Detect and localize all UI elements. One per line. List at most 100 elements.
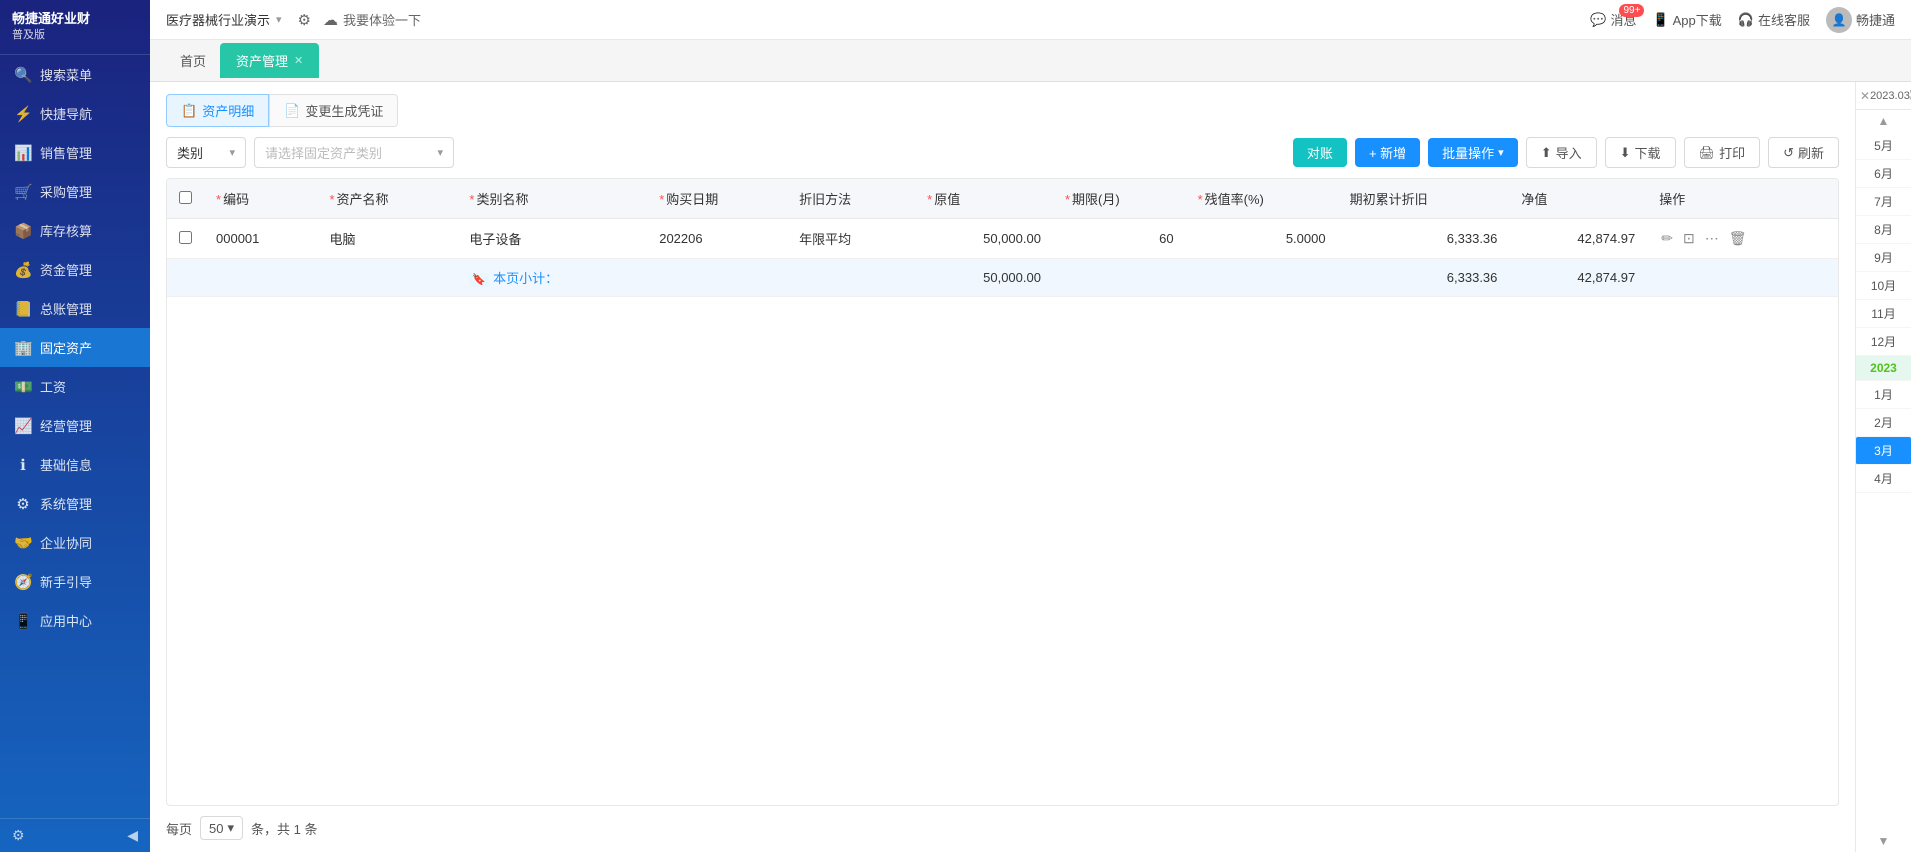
total-label: 条，共 1 条 bbox=[251, 819, 317, 838]
sidebar-label-operations: 经营管理 bbox=[40, 416, 92, 435]
cal-month-prev-11月[interactable]: 11月 bbox=[1856, 300, 1911, 328]
col-code: *编码 bbox=[204, 179, 317, 219]
table: *编码 *资产名称 *类别名称 *购买日期 折旧方法 *原值 *期限(月) *残… bbox=[167, 179, 1838, 297]
sidebar-item-purchase[interactable]: 🛒采购管理 bbox=[0, 172, 150, 211]
delete-icon[interactable]: 🗑 bbox=[1727, 228, 1749, 249]
payroll-icon: 💵 bbox=[14, 378, 32, 396]
sidebar-item-search[interactable]: 🔍搜索菜单 bbox=[0, 55, 150, 94]
cal-month-1月[interactable]: 1月 bbox=[1856, 381, 1911, 409]
batch-chevron-icon: ▾ bbox=[1498, 146, 1504, 159]
sidebar-item-operations[interactable]: 📈经营管理 bbox=[0, 406, 150, 445]
cal-month-prev-5月[interactable]: 5月 bbox=[1856, 132, 1911, 160]
asset-category-select[interactable]: 请选择固定资产类别 ▾ bbox=[254, 137, 454, 168]
sidebar-label-funds: 资金管理 bbox=[40, 260, 92, 279]
cal-month-prev-7月[interactable]: 7月 bbox=[1856, 188, 1911, 216]
sidebar-item-payroll[interactable]: 💵工资 bbox=[0, 367, 150, 406]
export-btn[interactable]: ⬆ 导入 bbox=[1526, 137, 1597, 168]
app-download-btn[interactable]: 📱 App下载 bbox=[1652, 10, 1721, 29]
experience-btn[interactable]: ☁ 我要体验一下 bbox=[323, 10, 421, 29]
cal-month-4月[interactable]: 4月 bbox=[1856, 465, 1911, 493]
sub-tab-change-voucher[interactable]: 📄 变更生成凭证 bbox=[269, 94, 398, 127]
enterprise-icon: 🤝 bbox=[14, 534, 32, 552]
col-period: *期限(月) bbox=[1053, 179, 1186, 219]
col-net-value: 净值 bbox=[1509, 179, 1647, 219]
sidebar-item-ledger[interactable]: 📒总账管理 bbox=[0, 289, 150, 328]
fixed-assets-icon: 🏢 bbox=[14, 339, 32, 357]
cal-month-2月[interactable]: 2月 bbox=[1856, 409, 1911, 437]
change-voucher-label: 变更生成凭证 bbox=[305, 101, 383, 120]
sidebar-item-sales[interactable]: 📊销售管理 bbox=[0, 133, 150, 172]
more-icon[interactable]: ⋯ bbox=[1703, 228, 1721, 249]
refresh-btn[interactable]: ↺ 刷新 bbox=[1768, 137, 1839, 168]
batch-btn[interactable]: 批量操作 ▾ bbox=[1428, 138, 1518, 167]
cell-net-value: 42,874.97 bbox=[1509, 219, 1647, 259]
collapse-icon[interactable]: ◀ bbox=[127, 827, 138, 844]
cal-month-prev-10月[interactable]: 10月 bbox=[1856, 272, 1911, 300]
notifications-badge: 99+ bbox=[1619, 4, 1644, 17]
sidebar-item-app-center[interactable]: 📱应用中心 bbox=[0, 601, 150, 640]
sidebar-item-fixed-assets[interactable]: 🏢固定资产 bbox=[0, 328, 150, 367]
subtotal-accumulated: 6,333.36 bbox=[1338, 259, 1510, 297]
sidebar-label-guide: 新手引导 bbox=[40, 572, 92, 591]
app-center-icon: 📱 bbox=[14, 612, 32, 630]
cal-month-prev-8月[interactable]: 8月 bbox=[1856, 216, 1911, 244]
sidebar-label-search: 搜索菜单 bbox=[40, 65, 92, 84]
sidebar-item-system[interactable]: ⚙系统管理 bbox=[0, 484, 150, 523]
row-checkbox-0[interactable] bbox=[179, 231, 192, 244]
settings-icon[interactable]: ⚙ bbox=[12, 827, 25, 844]
calendar-scroll-up[interactable]: ▲ bbox=[1856, 110, 1911, 132]
sidebar-item-inventory[interactable]: 📦库存核算 bbox=[0, 211, 150, 250]
tab-asset-management[interactable]: 资产管理 ✕ bbox=[220, 43, 319, 78]
sidebar-item-quick-nav[interactable]: ⚡快捷导航 bbox=[0, 94, 150, 133]
sidebar-label-purchase: 采购管理 bbox=[40, 182, 92, 201]
topbar-settings-icon[interactable]: ⚙ bbox=[298, 11, 311, 29]
cal-month-prev-9月[interactable]: 9月 bbox=[1856, 244, 1911, 272]
refresh-label: 刷新 bbox=[1798, 143, 1824, 162]
reconcile-btn[interactable]: 对账 bbox=[1293, 138, 1347, 167]
col-action: 操作 bbox=[1647, 179, 1838, 219]
online-service-btn[interactable]: 🎧 在线客服 bbox=[1738, 10, 1810, 29]
refresh-icon: ↺ bbox=[1783, 145, 1794, 161]
sidebar-item-basic-info[interactable]: ℹ基础信息 bbox=[0, 445, 150, 484]
sidebar-label-quick-nav: 快捷导航 bbox=[40, 104, 92, 123]
tab-close-icon[interactable]: ✕ bbox=[294, 54, 303, 67]
sidebar-item-enterprise[interactable]: 🤝 企业协同 bbox=[0, 523, 150, 562]
category-filter[interactable]: 类别 ▾ bbox=[166, 137, 246, 168]
avatar: 👤 bbox=[1826, 7, 1852, 33]
cal-month-3月[interactable]: 3月 bbox=[1856, 437, 1911, 465]
subtotal-row: 🔖本页小计： 50,000.00 6,333.36 42,874.97 bbox=[167, 259, 1838, 297]
cal-month-prev-12月[interactable]: 12月 bbox=[1856, 328, 1911, 356]
per-page-select[interactable]: 50 ▾ bbox=[200, 816, 243, 840]
topbar-right: 💬 消息 99+ 📱 App下载 🎧 在线客服 👤 畅捷通 bbox=[1590, 7, 1895, 33]
sidebar-label-enterprise: 企业协同 bbox=[40, 533, 92, 552]
sidebar-menu: 🔍搜索菜单⚡快捷导航📊销售管理🛒采购管理📦库存核算💰资金管理📒总账管理🏢固定资产… bbox=[0, 55, 150, 818]
download-label: 下载 bbox=[1635, 143, 1661, 162]
panel-close-icon[interactable]: ✕ bbox=[1860, 89, 1870, 103]
download-btn[interactable]: ⬇ 下载 bbox=[1605, 137, 1676, 168]
company-selector[interactable]: 医疗器械行业演示 ▾ bbox=[166, 10, 282, 29]
edit-icon[interactable]: ✏ bbox=[1659, 228, 1675, 249]
print-btn[interactable]: 🖨 打印 bbox=[1684, 137, 1761, 168]
inventory-icon: 📦 bbox=[14, 222, 32, 240]
cell-purchase-date: 202206 bbox=[647, 219, 787, 259]
col-depreciation-method: 折旧方法 bbox=[787, 179, 915, 219]
add-btn[interactable]: + 新增 bbox=[1355, 138, 1420, 167]
add-label: + 新增 bbox=[1369, 143, 1406, 162]
sub-tab-asset-detail[interactable]: 📋 资产明细 bbox=[166, 94, 269, 127]
tab-home-label: 首页 bbox=[180, 54, 206, 69]
select-all-checkbox[interactable] bbox=[179, 191, 192, 204]
tab-home[interactable]: 首页 bbox=[166, 43, 220, 78]
toolbar-left: 类别 ▾ 请选择固定资产类别 ▾ bbox=[166, 137, 1285, 168]
sidebar-item-guide[interactable]: 🧭新手引导 bbox=[0, 562, 150, 601]
copy-icon[interactable]: ⊡ bbox=[1681, 228, 1697, 249]
subtotal-original-value: 50,000.00 bbox=[915, 259, 1053, 297]
calendar-scroll-down[interactable]: ▼ bbox=[1856, 830, 1911, 852]
user-menu[interactable]: 👤 畅捷通 bbox=[1826, 7, 1895, 33]
cal-month-prev-6月[interactable]: 6月 bbox=[1856, 160, 1911, 188]
pagination: 每页 50 ▾ 条，共 1 条 bbox=[166, 806, 1839, 840]
sidebar-item-funds[interactable]: 💰资金管理 bbox=[0, 250, 150, 289]
tab-active-label: 资产管理 bbox=[236, 51, 288, 70]
notifications-btn[interactable]: 💬 消息 99+ bbox=[1590, 10, 1636, 29]
col-accumulated-depreciation: 期初累计折旧 bbox=[1338, 179, 1510, 219]
app-logo: 畅捷通好业财 普及版 bbox=[0, 0, 150, 55]
